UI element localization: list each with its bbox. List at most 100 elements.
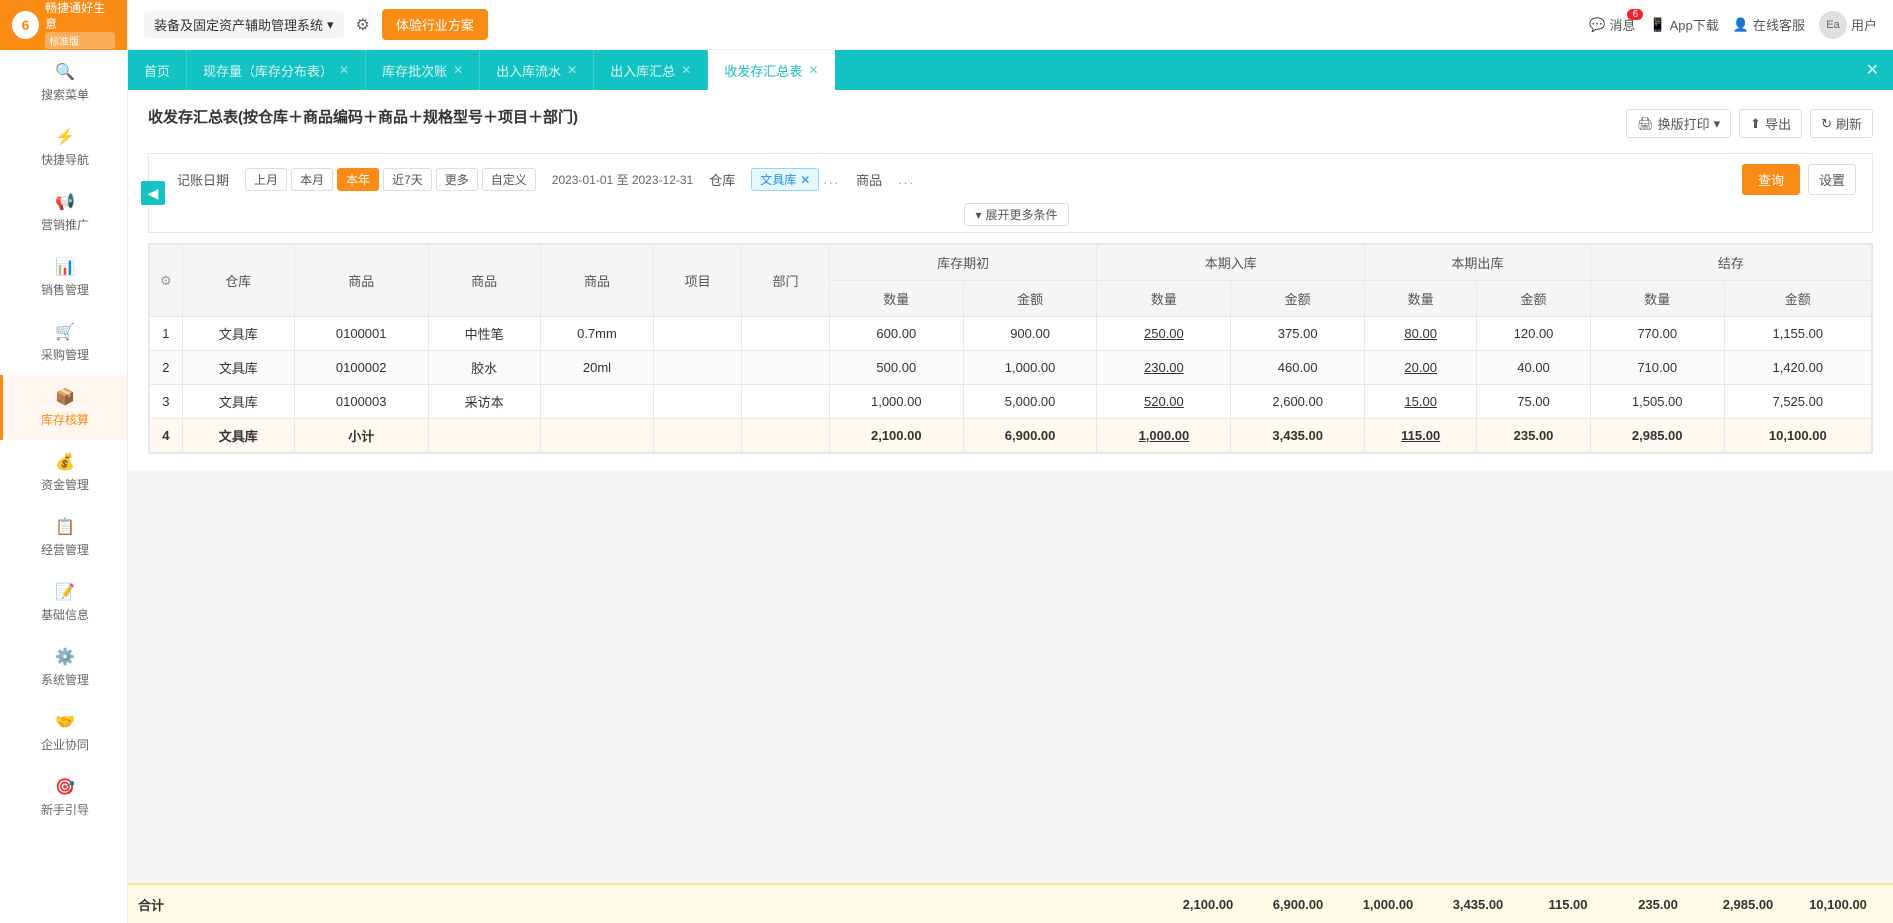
expand-conditions-button[interactable]: ▾ 展开更多条件 xyxy=(964,203,1068,226)
table-row: 1 文具库 0100001 中性笔 0.7mm 600.00 900.00 25… xyxy=(150,317,1872,351)
date-btn-this-month[interactable]: 本月 xyxy=(291,168,333,191)
system-selector[interactable]: 装备及固定资产辅助管理系统 ▾ xyxy=(144,11,344,38)
row3-out-qty[interactable]: 15.00 xyxy=(1365,385,1477,419)
close-all-tabs-button[interactable]: ✕ xyxy=(1852,60,1893,80)
tab-batch-ledger-close[interactable]: ✕ xyxy=(453,63,463,77)
sidebar-item-system-label: 系统管理 xyxy=(41,671,89,688)
row1-open-qty: 600.00 xyxy=(829,317,963,351)
row2-open-qty: 500.00 xyxy=(829,351,963,385)
topbar-actions: 💬 消息 6 📱 App下载 👤 在线客服 Ea 用户 xyxy=(1589,11,1877,39)
sidebar-item-search-label: 搜索菜单 xyxy=(41,86,89,103)
col-warehouse-header: 仓库 xyxy=(182,245,294,317)
tab-in-out-flow-close[interactable]: ✕ xyxy=(567,63,577,77)
date-btn-this-year[interactable]: 本年 xyxy=(337,168,379,191)
subtotal-in-qty[interactable]: 1,000.00 xyxy=(1097,419,1231,453)
row2-in-qty[interactable]: 230.00 xyxy=(1097,351,1231,385)
export-button[interactable]: ⬆ 导出 xyxy=(1739,109,1802,138)
col-project-header: 项目 xyxy=(654,245,742,317)
set-button[interactable]: 设置 xyxy=(1808,164,1856,195)
sidebar-item-system[interactable]: ⚙️ 系统管理 xyxy=(0,635,127,700)
query-button[interactable]: 查询 xyxy=(1742,164,1800,195)
tab-recv-send-summary-close[interactable]: ✕ xyxy=(808,63,818,77)
sidebar-item-operations-label: 经营管理 xyxy=(41,541,89,558)
tab-in-out-flow[interactable]: 出入库流水 ✕ xyxy=(480,50,594,90)
warehouse-more-dots[interactable]: ... xyxy=(823,172,840,187)
goods-more-dots[interactable]: ... xyxy=(898,172,915,187)
subtotal-dept xyxy=(742,419,830,453)
settings-icon[interactable]: ⚙ xyxy=(356,15,370,35)
warehouse-tag-close-icon[interactable]: ✕ xyxy=(800,173,810,187)
subtotal-out-qty[interactable]: 115.00 xyxy=(1365,419,1477,453)
col-settings[interactable]: ⚙ xyxy=(150,245,183,317)
row2-close-qty: 710.00 xyxy=(1590,351,1724,385)
tab-in-out-summary[interactable]: 出入库汇总 ✕ xyxy=(594,50,708,90)
row2-in-amt: 460.00 xyxy=(1231,351,1365,385)
user-label: 用户 xyxy=(1851,15,1877,34)
subtotal-out-amt: 235.00 xyxy=(1477,419,1591,453)
tab-batch-ledger[interactable]: 库存批次账 ✕ xyxy=(366,50,480,90)
col-opening-header: 库存期初 xyxy=(829,245,1097,281)
tab-inventory-dist-close[interactable]: ✕ xyxy=(339,63,349,77)
col-closing-amt-header: 金额 xyxy=(1724,281,1871,317)
row3-code: 0100003 xyxy=(294,385,428,419)
sidebar-item-search[interactable]: 🔍 搜索菜单 xyxy=(0,50,127,115)
date-buttons: 上月 本月 本年 近7天 更多 自定义 xyxy=(245,168,536,191)
sidebar-item-marketing[interactable]: 📢 营销推广 xyxy=(0,180,127,245)
row3-in-qty[interactable]: 520.00 xyxy=(1097,385,1231,419)
sidebar-item-sales[interactable]: 📊 销售管理 xyxy=(0,245,127,310)
sidebar-item-basic-info[interactable]: 📝 基础信息 xyxy=(0,570,127,635)
date-btn-custom[interactable]: 自定义 xyxy=(482,168,536,191)
sidebar-item-inventory[interactable]: 📦 库存核算 xyxy=(0,375,127,440)
date-btn-more[interactable]: 更多 xyxy=(436,168,478,191)
sidebar-item-marketing-label: 营销推广 xyxy=(41,216,89,233)
subtotal-warehouse: 文具库 xyxy=(182,419,294,453)
online-service-action[interactable]: 👤 在线客服 xyxy=(1733,15,1805,34)
row2-name: 胶水 xyxy=(428,351,540,385)
sidebar-item-purchase[interactable]: 🛒 采购管理 xyxy=(0,310,127,375)
tab-inventory-dist[interactable]: 现存量（库存分布表） ✕ xyxy=(187,50,366,90)
message-badge: 6 xyxy=(1627,9,1643,20)
subtotal-close-amt: 10,100.00 xyxy=(1724,419,1871,453)
date-btn-7days[interactable]: 近7天 xyxy=(383,168,432,191)
refresh-label: 刷新 xyxy=(1836,114,1862,133)
marketing-icon: 📢 xyxy=(55,192,75,212)
row2-code: 0100002 xyxy=(294,351,428,385)
sidebar-item-operations[interactable]: 📋 经营管理 xyxy=(0,505,127,570)
message-action[interactable]: 💬 消息 6 xyxy=(1589,15,1635,34)
sidebar-item-guide[interactable]: 🎯 新手引导 xyxy=(0,765,127,830)
tab-in-out-summary-close[interactable]: ✕ xyxy=(681,63,691,77)
sidebar-item-cooperation-label: 企业协同 xyxy=(41,736,89,753)
row2-out-qty[interactable]: 20.00 xyxy=(1365,351,1477,385)
filter-row-1: 记账日期 上月 本月 本年 近7天 更多 自定义 2023-01-01 至 20… xyxy=(177,164,1856,195)
col-in-header: 本期入库 xyxy=(1097,245,1365,281)
filter-collapse-button[interactable]: ◀ xyxy=(141,181,165,205)
tab-in-out-summary-label: 出入库汇总 xyxy=(610,61,675,80)
total-out-amt: 235.00 xyxy=(1613,897,1703,912)
row1-out-qty[interactable]: 80.00 xyxy=(1365,317,1477,351)
tab-recv-send-summary[interactable]: 收发存汇总表 ✕ xyxy=(708,50,835,90)
sidebar-item-inventory-label: 库存核算 xyxy=(41,411,89,428)
refresh-button[interactable]: ↻ 刷新 xyxy=(1810,109,1873,138)
user-action[interactable]: Ea 用户 xyxy=(1819,11,1877,39)
tab-home[interactable]: 首页 xyxy=(128,50,187,90)
expand-icon: ▾ xyxy=(975,208,981,222)
row2-project xyxy=(654,351,742,385)
row2-seq: 2 xyxy=(150,351,183,385)
sidebar-item-quick-nav[interactable]: ⚡ 快捷导航 xyxy=(0,115,127,180)
tab-batch-ledger-label: 库存批次账 xyxy=(382,61,447,80)
tab-home-label: 首页 xyxy=(144,61,170,80)
app-download-action[interactable]: 📱 App下载 xyxy=(1649,15,1718,34)
warehouse-tag[interactable]: 文具库 ✕ xyxy=(751,168,819,191)
try-button[interactable]: 体验行业方案 xyxy=(382,9,488,40)
row1-in-qty[interactable]: 250.00 xyxy=(1097,317,1231,351)
subtotal-open-qty: 2,100.00 xyxy=(829,419,963,453)
app-download-label: App下载 xyxy=(1670,15,1719,34)
sidebar-item-cooperation[interactable]: 🤝 企业协同 xyxy=(0,700,127,765)
row2-warehouse: 文具库 xyxy=(182,351,294,385)
subtotal-label: 小计 xyxy=(294,419,428,453)
col-closing-qty-header: 数量 xyxy=(1590,281,1724,317)
col-opening-qty-header: 数量 xyxy=(829,281,963,317)
date-btn-last-month[interactable]: 上月 xyxy=(245,168,287,191)
print-button[interactable]: 🖨 换版打印 ▾ xyxy=(1626,109,1731,138)
sidebar-item-finance[interactable]: 💰 资金管理 xyxy=(0,440,127,505)
